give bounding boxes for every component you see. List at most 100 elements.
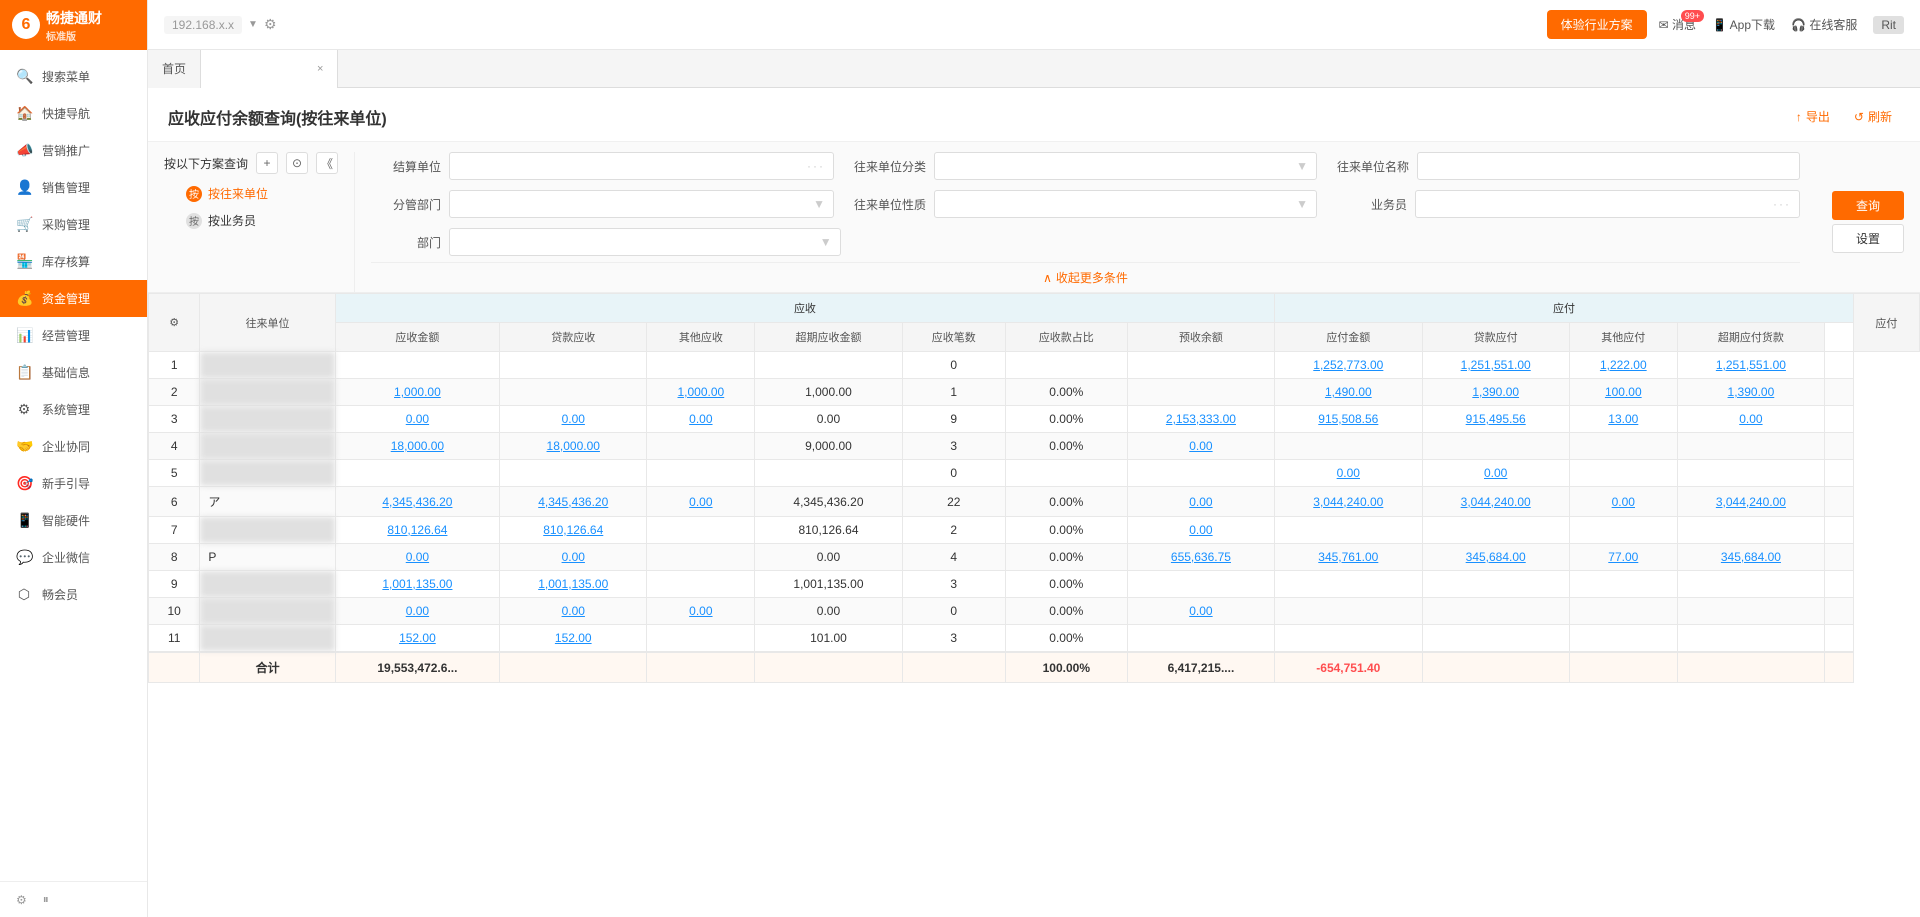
table-container: ⚙ 往来单位 应收 应付 应付 应收金额 贷款应收 其他应收 超期应收金额 应收… (148, 293, 1920, 683)
sidebar-item-inventory[interactable]: 🏪 库存核算 (0, 243, 147, 280)
table-row: 100.000.000.000.0000.00%0.00 (149, 598, 1920, 625)
filter-row-3: 部门 ▼ (371, 228, 1800, 256)
sidebar-item-member[interactable]: ⬡ 畅会员 (0, 576, 147, 613)
sales-icon: 👤 (16, 179, 32, 196)
col-gear[interactable]: ⚙ (149, 294, 200, 352)
refresh-button[interactable]: ↺ 刷新 (1846, 104, 1900, 129)
page-actions: ↑ 导出 ↺ 刷新 (1788, 104, 1900, 129)
department-input[interactable]: ▼ (449, 228, 841, 256)
table-row: 21,000.001,000.001,000.0010.00%1,490.001… (149, 379, 1920, 406)
salesperson-input[interactable]: ··· (1415, 190, 1800, 218)
filter-panel: 结算单位 ··· 往来单位分类 ▼ 往来单位 (355, 152, 1816, 292)
col-ar-prepaid: 预收余额 (1127, 323, 1274, 352)
col-ar-overdue: 超期应收金额 (755, 323, 902, 352)
purchase-icon: 🛒 (16, 216, 32, 233)
service-icon: 🎧 (1791, 18, 1806, 32)
tab-close-icon[interactable]: × (317, 63, 323, 75)
sidebar-item-smart-hw[interactable]: 📱 智能硬件 (0, 502, 147, 539)
enterprise-icon: 🤝 (16, 438, 32, 455)
sidebar-item-quick-nav[interactable]: 🏠 快捷导航 (0, 95, 147, 132)
quick-nav-icon: 🏠 (16, 105, 32, 122)
sidebar-item-finance[interactable]: 💰 资金管理 (0, 280, 147, 317)
query-button[interactable]: 查询 (1832, 191, 1904, 220)
unit-nature-chevron: ▼ (1296, 197, 1308, 211)
sidebar-label-sales: 销售管理 (42, 179, 90, 196)
sidebar-label-quick-nav: 快捷导航 (42, 105, 90, 122)
scheme-by-unit-icon: 按 (186, 186, 202, 202)
app-download-link[interactable]: 📱 App下载 (1712, 16, 1775, 33)
unit-name-label: 往来单位名称 (1337, 158, 1409, 175)
unit-nature-input[interactable]: ▼ (934, 190, 1317, 218)
search-icon: 🔍 (16, 68, 32, 85)
data-table: ⚙ 往来单位 应收 应付 应付 应收金额 贷款应收 其他应收 超期应收金额 应收… (148, 293, 1920, 683)
filter-salesperson: 业务员 ··· (1337, 190, 1800, 218)
export-button[interactable]: ↑ 导出 (1788, 104, 1838, 129)
sidebar-collapse-icon[interactable]: ⏸ (43, 892, 49, 907)
header-dropdown-icon[interactable]: ▼ (248, 19, 258, 30)
notify-button[interactable]: ✉ 消息 99+ (1659, 16, 1696, 33)
online-service-link[interactable]: 🎧 在线客服 (1791, 16, 1857, 33)
scheme-label: 按以下方案查询 (164, 155, 248, 172)
scheme-by-unit[interactable]: 按 按往来单位 (180, 182, 338, 205)
tab-query[interactable]: 应收应付余额查询 × (201, 50, 338, 88)
sidebar-item-guide[interactable]: 🎯 新手引导 (0, 465, 147, 502)
scheme-by-staff-label: 按业务员 (208, 212, 256, 229)
dept-manage-input[interactable]: ▼ (449, 190, 834, 218)
sidebar-nav: 🔍 搜索菜单 🏠 快捷导航 📣 营销推广 👤 销售管理 🛒 采购管理 🏪 库存核… (0, 50, 147, 881)
filter-dept-manage: 分管部门 ▼ (371, 190, 834, 218)
collapse-conditions[interactable]: ∧ 收起更多条件 (371, 262, 1800, 292)
header-address: 192.168.x.x (164, 16, 242, 34)
scheme-collapse-button[interactable]: 《 (316, 152, 338, 174)
sidebar-item-sales[interactable]: 👤 销售管理 (0, 169, 147, 206)
sidebar-settings-icon[interactable]: ⚙ (16, 893, 27, 907)
sidebar-label-inventory: 库存核算 (42, 253, 90, 270)
sidebar-label-basic: 基础信息 (42, 364, 90, 381)
tab-home[interactable]: 首页 (148, 50, 201, 88)
set-button[interactable]: 设置 (1832, 224, 1904, 253)
table-footer-row: 合计19,553,472.6...100.00%6,417,215....-65… (149, 652, 1920, 683)
wechat-icon: 💬 (16, 549, 32, 566)
header-right: ✉ 消息 99+ 📱 App下载 🎧 在线客服 Rit (1659, 16, 1904, 34)
notify-icon: ✉ (1659, 18, 1669, 32)
salesperson-dots: ··· (1773, 197, 1791, 211)
sidebar-item-marketing[interactable]: 📣 营销推广 (0, 132, 147, 169)
sidebar-item-operation[interactable]: 📊 经营管理 (0, 317, 147, 354)
add-scheme-button[interactable]: + (256, 152, 278, 174)
sidebar-item-system[interactable]: ⚙ 系统管理 (0, 391, 147, 428)
sidebar-item-enterprise[interactable]: 🤝 企业协同 (0, 428, 147, 465)
download-icon: 📱 (1712, 18, 1727, 32)
inventory-icon: 🏪 (16, 253, 32, 270)
scheme-panel: 按以下方案查询 + ⊙ 《 按 按往来单位 按 按业务员 (148, 152, 355, 292)
settlement-unit-input[interactable]: ··· (449, 152, 834, 180)
sidebar-logo: 6 畅捷通财 标准版 (0, 0, 147, 50)
scheme-by-unit-label: 按往来单位 (208, 185, 268, 202)
sidebar-label-wechat: 企业微信 (42, 549, 90, 566)
export-icon: ↑ (1796, 110, 1802, 124)
sidebar-item-search[interactable]: 🔍 搜索菜单 (0, 58, 147, 95)
sidebar-item-wechat[interactable]: 💬 企业微信 (0, 539, 147, 576)
sidebar-item-basic[interactable]: 📋 基础信息 (0, 354, 147, 391)
sidebar-label-search: 搜索菜单 (42, 68, 90, 85)
table-row: 11152.00152.00101.0030.00% (149, 625, 1920, 653)
table-gear-icon: ⚙ (169, 317, 179, 329)
unit-category-label: 往来单位分类 (854, 158, 926, 175)
sidebar-label-member: 畅会员 (42, 586, 78, 603)
unit-category-input[interactable]: ▼ (934, 152, 1317, 180)
header-gear-icon[interactable]: ⚙ (264, 16, 277, 33)
scheme-by-staff[interactable]: 按 按业务员 (180, 209, 338, 232)
filter-unit-name: 往来单位名称 (1337, 152, 1800, 180)
table-row: 6ア4,345,436.204,345,436.200.004,345,436.… (149, 487, 1920, 517)
header-breadcrumb: 192.168.x.x ▼ ⚙ (164, 16, 1535, 34)
col-ap-overdue: 超期应付货款 (1677, 323, 1824, 352)
scheme-settings-button[interactable]: ⊙ (286, 152, 308, 174)
app-name: 畅捷通财 (46, 8, 102, 28)
collapse-label: 收起更多条件 (1056, 269, 1128, 286)
solution-button[interactable]: 体验行业方案 (1547, 10, 1647, 39)
dept-manage-chevron: ▼ (813, 197, 825, 211)
sidebar-label-system: 系统管理 (42, 401, 90, 418)
sidebar-footer: ⚙ ⏸ (0, 881, 147, 917)
sidebar-item-purchase[interactable]: 🛒 采购管理 (0, 206, 147, 243)
unit-name-input[interactable] (1417, 152, 1800, 180)
sidebar-label-finance: 资金管理 (42, 290, 90, 307)
scheme-by-staff-icon: 按 (186, 213, 202, 229)
